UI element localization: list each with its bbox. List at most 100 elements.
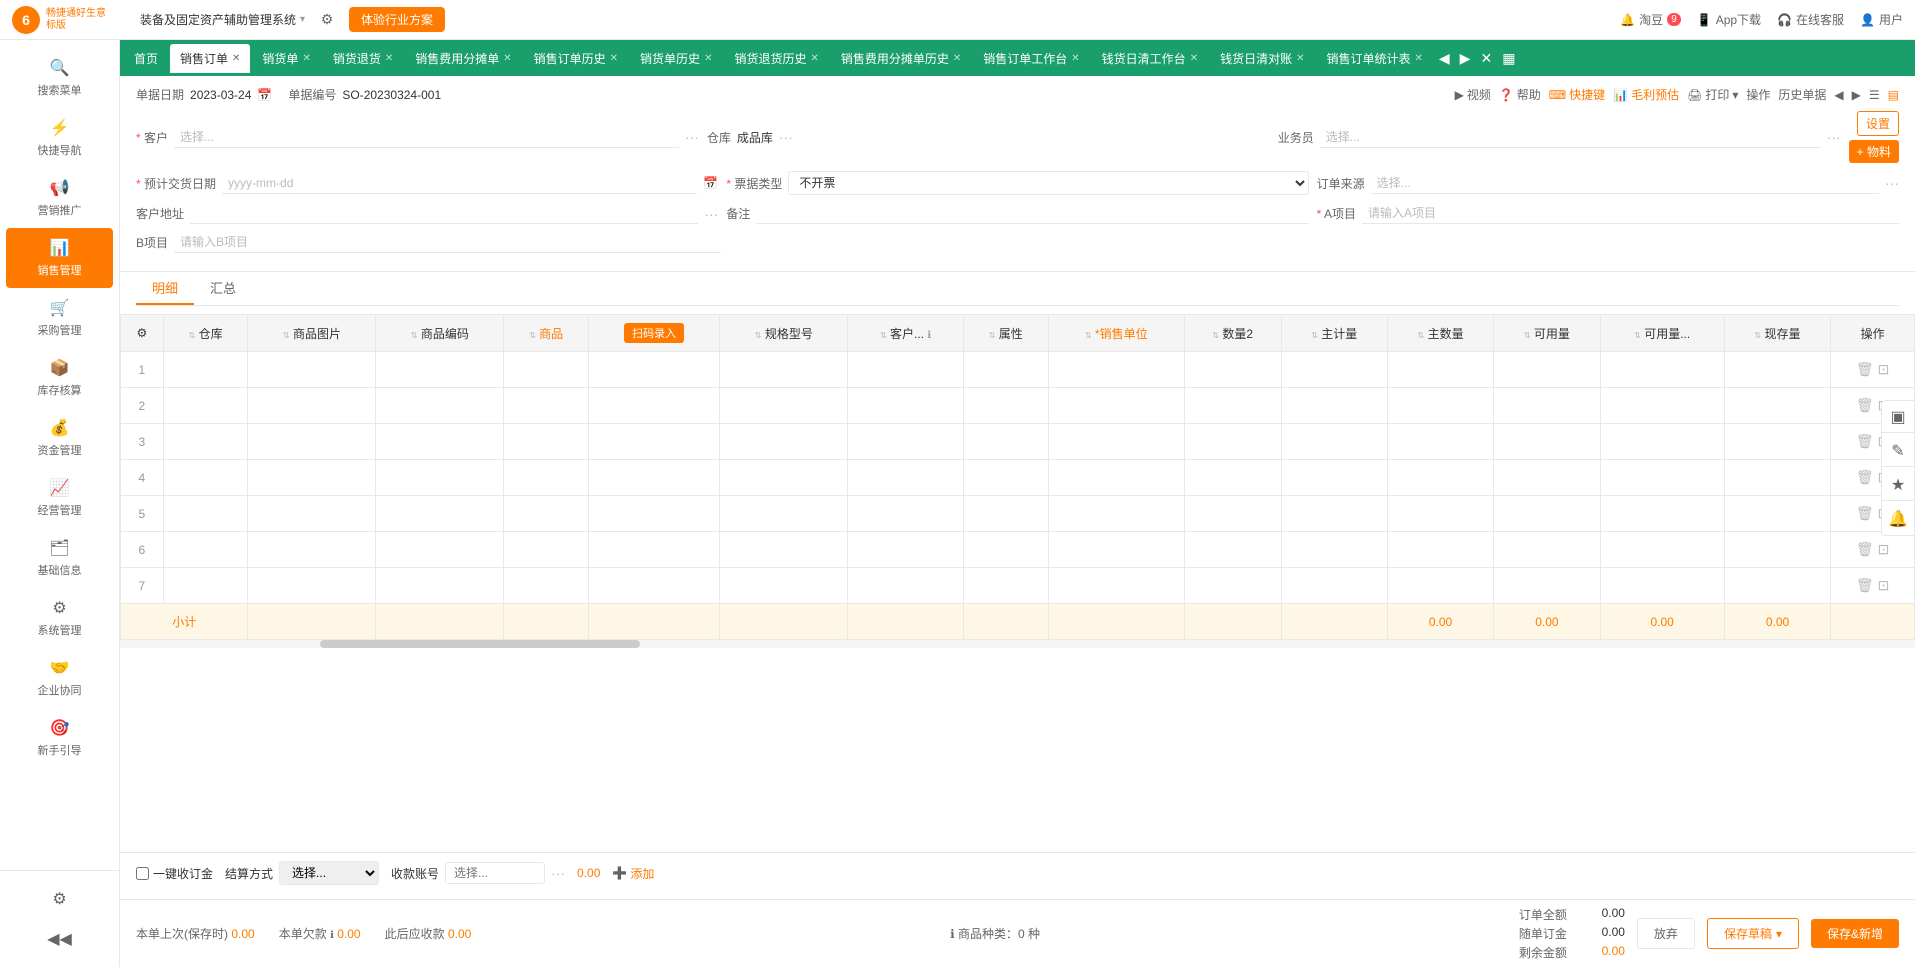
one-key-checkbox-input[interactable] xyxy=(136,867,149,880)
tab-close-icon[interactable]: ✕ xyxy=(302,53,310,64)
tab-sales-order[interactable]: 销售订单 ✕ xyxy=(170,44,250,73)
tab-close-icon[interactable]: ✕ xyxy=(953,53,961,64)
delivery-calendar-icon[interactable]: 📅 xyxy=(703,176,718,190)
order-source-input[interactable] xyxy=(1371,173,1879,194)
tab-close-icon[interactable]: ✕ xyxy=(503,53,511,64)
th-available[interactable]: ⇅ 可用量 xyxy=(1494,315,1600,352)
sidebar-item-sales[interactable]: 📊 销售管理 xyxy=(6,228,113,288)
tab-next-btn[interactable]: ▶ xyxy=(1456,46,1475,71)
sidebar-item-collapse[interactable]: ◀◀ xyxy=(6,919,113,959)
scroll-bar[interactable] xyxy=(320,640,640,648)
tab-goods-history[interactable]: 销货单历史 ✕ xyxy=(630,44,722,73)
one-key-checkbox[interactable]: 一键收订金 xyxy=(136,865,213,882)
delete-icon[interactable]: 🗑 xyxy=(1856,397,1874,414)
sidebar-item-config[interactable]: ⚙ xyxy=(6,879,113,919)
user-item[interactable]: 👤 用户 xyxy=(1860,11,1903,28)
delete-icon[interactable]: 🗑 xyxy=(1856,505,1874,522)
history-btn[interactable]: 历史单据 xyxy=(1778,86,1826,103)
help-btn[interactable]: ❓ 帮助 xyxy=(1499,86,1541,103)
th-scan[interactable]: 扫码录入 xyxy=(588,315,719,352)
sidebar-item-marketing[interactable]: 📢 营销推广 xyxy=(6,168,113,228)
th-customer-code[interactable]: ⇅ 客户... ℹ xyxy=(848,315,964,352)
salesperson-input[interactable] xyxy=(1320,127,1821,148)
row-customer-code[interactable] xyxy=(848,352,964,388)
tab-detail[interactable]: 明细 xyxy=(136,272,194,305)
tab-close-icon[interactable]: ✕ xyxy=(1296,53,1304,64)
save-draft-button[interactable]: 保存草稿 ▾ xyxy=(1707,918,1799,949)
tab-workbench[interactable]: 销售订单工作台 ✕ xyxy=(973,44,1089,73)
order-source-dots[interactable]: ··· xyxy=(1885,175,1899,191)
tab-close-icon[interactable]: ✕ xyxy=(1071,53,1079,64)
row-attributes[interactable] xyxy=(963,352,1048,388)
th-attributes[interactable]: ⇅ 属性 xyxy=(963,315,1048,352)
profit-btn[interactable]: 📊 毛利预估 xyxy=(1613,86,1679,103)
salesperson-dots[interactable]: ··· xyxy=(1827,129,1841,145)
th-product-code[interactable]: ⇅ 商品编码 xyxy=(376,315,504,352)
tab-home[interactable]: 首页 xyxy=(124,44,168,73)
sidebar-item-enterprise[interactable]: 🤝 企业协同 xyxy=(6,648,113,708)
tab-sales-stats[interactable]: 销售订单统计表 ✕ xyxy=(1316,44,1432,73)
float-edit-btn[interactable]: ✎ xyxy=(1882,435,1914,467)
a-project-input[interactable] xyxy=(1362,203,1899,224)
customer-addr-input[interactable] xyxy=(190,203,698,224)
add-button[interactable]: ➕ 添加 xyxy=(612,865,654,882)
addr-dots[interactable]: ··· xyxy=(704,206,718,222)
row-available2[interactable] xyxy=(1600,352,1724,388)
notification-item[interactable]: 🔔 淘豆 9 xyxy=(1620,11,1681,28)
card-view-btn[interactable]: ▤ xyxy=(1888,88,1899,102)
delete-icon[interactable]: 🗑 xyxy=(1856,433,1874,450)
float-star-btn[interactable]: ★ xyxy=(1882,469,1914,501)
row-available[interactable] xyxy=(1494,352,1600,388)
delete-icon[interactable]: 🗑 xyxy=(1856,541,1874,558)
system-name[interactable]: 装备及固定资产辅助管理系统 ▾ xyxy=(140,11,305,28)
copy-icon[interactable]: ⊡ xyxy=(1878,361,1890,378)
tab-close-icon[interactable]: ✕ xyxy=(1190,53,1198,64)
b-project-input[interactable] xyxy=(174,232,721,253)
tab-close-icon[interactable]: ✕ xyxy=(232,53,240,64)
calendar-icon[interactable]: 📅 xyxy=(257,88,272,102)
add-product-button[interactable]: + 物料 xyxy=(1849,140,1899,163)
settings-icon[interactable]: ⚙ xyxy=(313,6,341,34)
delete-icon[interactable]: 🗑 xyxy=(1856,577,1874,594)
sidebar-item-tutorial[interactable]: 🎯 新手引导 xyxy=(6,708,113,768)
app-download-item[interactable]: 📱 App下载 xyxy=(1697,11,1761,28)
view-btn[interactable]: ▶ 视频 xyxy=(1455,86,1491,103)
row-sales-unit[interactable] xyxy=(1048,352,1184,388)
tab-expense-history[interactable]: 销售费用分摊单历史 ✕ xyxy=(831,44,971,73)
shortcut-btn[interactable]: ⌨ 快捷键 xyxy=(1549,86,1605,103)
invoice-select[interactable]: 不开票 xyxy=(788,171,1308,195)
tab-close-icon[interactable]: ✕ xyxy=(385,53,393,64)
delivery-input[interactable] xyxy=(222,173,697,194)
tab-sales-return[interactable]: 销货退货 ✕ xyxy=(323,44,403,73)
th-spec[interactable]: ⇅ 规格型号 xyxy=(720,315,848,352)
row-spec[interactable] xyxy=(720,352,848,388)
float-expand-btn[interactable]: ▣ xyxy=(1882,401,1914,433)
tab-close-icon[interactable]: ✕ xyxy=(810,53,818,64)
row-main-qty[interactable] xyxy=(1387,352,1493,388)
remark-input[interactable] xyxy=(756,203,1308,224)
tab-sales-expense[interactable]: 销售费用分摊单 ✕ xyxy=(405,44,521,73)
th-stock[interactable]: ⇅ 现存量 xyxy=(1724,315,1830,352)
th-qty2[interactable]: ⇅ 数量2 xyxy=(1184,315,1281,352)
nav-next-btn[interactable]: ▶ xyxy=(1852,88,1861,102)
copy-icon[interactable]: ⊡ xyxy=(1878,577,1890,594)
tab-close-all-btn[interactable]: ✕ xyxy=(1476,46,1496,71)
delete-icon[interactable]: 🗑 xyxy=(1856,361,1874,378)
tab-close-icon[interactable]: ✕ xyxy=(1415,53,1423,64)
sidebar-item-inventory[interactable]: 📦 库存核算 xyxy=(6,348,113,408)
row-product-code[interactable] xyxy=(376,352,504,388)
delete-icon[interactable]: 🗑 xyxy=(1856,469,1874,486)
row-product[interactable] xyxy=(504,352,589,388)
customer-dots[interactable]: ··· xyxy=(685,129,699,145)
sidebar-item-quicknav[interactable]: ⚡ 快捷导航 xyxy=(6,108,113,168)
sidebar-item-baseinfo[interactable]: 🗂 基础信息 xyxy=(6,528,113,588)
operate-btn[interactable]: 操作 xyxy=(1746,86,1770,103)
th-main-qty[interactable]: ⇅ 主数量 xyxy=(1387,315,1493,352)
tab-close-icon[interactable]: ✕ xyxy=(610,53,618,64)
th-product-img[interactable]: ⇅ 商品图片 xyxy=(248,315,376,352)
sidebar-item-purchase[interactable]: 🛒 采购管理 xyxy=(6,288,113,348)
row-scan[interactable] xyxy=(588,352,719,388)
copy-icon[interactable]: ⊡ xyxy=(1878,541,1890,558)
tab-return-history[interactable]: 销货退货历史 ✕ xyxy=(724,44,828,73)
th-product[interactable]: ⇅ 商品 xyxy=(504,315,589,352)
